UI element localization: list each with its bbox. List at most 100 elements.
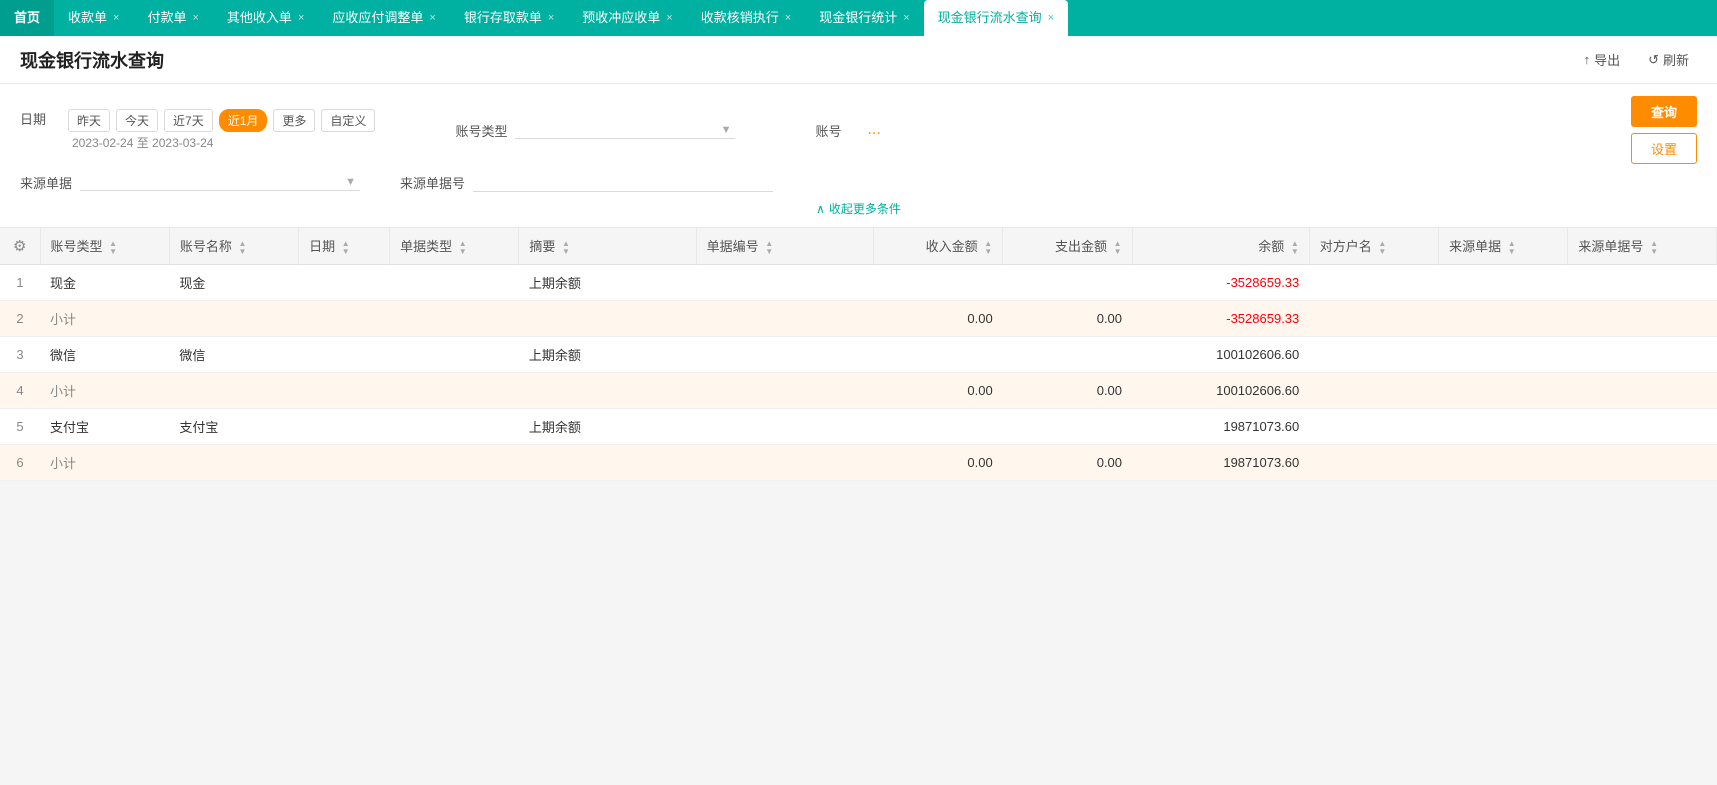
refresh-button[interactable]: ↺ 刷新 [1640,46,1697,73]
cell-account-type: 小计 [40,300,169,336]
table-row: 4小计0.000.00100102606.60 [0,372,1717,408]
nav-item-收款核销执行[interactable]: 收款核销执行× [687,0,805,36]
source-doc-no-input[interactable] [473,172,773,192]
cell-date [299,300,390,336]
source-doc-select[interactable]: ▼ [80,174,360,191]
cell-account-name [169,444,298,480]
nav-item-其他收入单[interactable]: 其他收入单× [213,0,318,36]
cell-source-doc-no [1568,408,1717,444]
col-summary[interactable]: 摘要 ▲▼ [519,228,696,264]
nav-item-银行存取款单[interactable]: 银行存取款单× [450,0,568,36]
close-icon[interactable]: × [548,0,554,36]
col-account-name[interactable]: 账号名称 ▲▼ [169,228,298,264]
col-account-type[interactable]: 账号类型 ▲▼ [40,228,169,264]
export-button[interactable]: ↑ 导出 [1576,46,1629,73]
cell-source-doc [1439,300,1568,336]
nav-item-首页[interactable]: 首页 [0,0,54,36]
nav-item-收款单[interactable]: 收款单× [54,0,133,36]
col-doc-type[interactable]: 单据类型 ▲▼ [390,228,519,264]
cell-source-doc [1439,264,1568,300]
account-type-select[interactable]: ▼ [515,122,735,139]
col-counterpart[interactable]: 对方户名 ▲▼ [1309,228,1438,264]
cell-row-num: 3 [0,336,40,372]
cell-expense [1003,264,1132,300]
col-date[interactable]: 日期 ▲▼ [299,228,390,264]
cell-row-num: 5 [0,408,40,444]
source-doc-no-label: 来源单据号 [400,173,465,192]
cell-doc-type [390,372,519,408]
sort-balance-icon: ▲▼ [1291,240,1299,256]
cell-doc-no [696,300,873,336]
cell-counterpart [1309,408,1438,444]
col-source-doc-no[interactable]: 来源单据号 ▲▼ [1568,228,1717,264]
col-source-doc[interactable]: 来源单据 ▲▼ [1439,228,1568,264]
date-btn-custom[interactable]: 自定义 [321,109,375,132]
cell-source-doc-no [1568,372,1717,408]
close-icon[interactable]: × [903,0,909,36]
cell-date [299,336,390,372]
cell-summary [519,300,696,336]
date-btn-1month[interactable]: 近1月 [219,109,268,132]
date-btn-more[interactable]: 更多 [273,109,315,132]
cell-summary: 上期余额 [519,408,696,444]
cell-summary [519,372,696,408]
cell-row-num: 2 [0,300,40,336]
cell-counterpart [1309,444,1438,480]
query-button[interactable]: 查询 [1631,96,1697,127]
cell-summary: 上期余额 [519,264,696,300]
col-income[interactable]: 收入金额 ▲▼ [873,228,1002,264]
table-row: 6小计0.000.0019871073.60 [0,444,1717,480]
cell-account-type: 小计 [40,444,169,480]
nav-item-现金银行统计[interactable]: 现金银行统计× [805,0,923,36]
cell-account-name: 微信 [169,336,298,372]
cell-counterpart [1309,336,1438,372]
close-icon[interactable]: × [666,0,672,36]
close-icon[interactable]: × [298,0,304,36]
source-doc-group: 来源单据 ▼ [20,173,360,192]
table-gear-icon[interactable]: ⚙ [13,238,26,255]
cell-expense: 0.00 [1003,444,1132,480]
collapse-row[interactable]: ∧ 收起更多条件 [20,196,1697,219]
cell-account-type: 小计 [40,372,169,408]
filter-row-2: 来源单据 ▼ 来源单据号 [20,172,1697,192]
close-icon[interactable]: × [192,0,198,36]
col-doc-no[interactable]: 单据编号 ▲▼ [696,228,873,264]
page-title: 现金银行流水查询 [20,47,164,73]
cell-source-doc-no [1568,300,1717,336]
cell-source-doc [1439,444,1568,480]
sort-summary-icon: ▲▼ [562,240,570,256]
top-nav: 首页收款单×付款单×其他收入单×应收应付调整单×银行存取款单×预收冲应收单×收款… [0,0,1717,36]
account-label: 账号 [815,121,855,140]
date-btn-today[interactable]: 今天 [116,109,158,132]
close-icon[interactable]: × [429,0,435,36]
settings-button[interactable]: 设置 [1631,133,1697,164]
cell-doc-no [696,336,873,372]
collapse-label: 收起更多条件 [829,200,901,217]
close-icon[interactable]: × [1048,0,1054,36]
cell-summary [519,444,696,480]
col-balance[interactable]: 余额 ▲▼ [1132,228,1309,264]
date-btn-yesterday[interactable]: 昨天 [68,109,110,132]
table-row: 3微信微信上期余额100102606.60 [0,336,1717,372]
nav-item-付款单[interactable]: 付款单× [133,0,212,36]
cell-account-type: 微信 [40,336,169,372]
col-expense[interactable]: 支出金额 ▲▼ [1003,228,1132,264]
source-doc-label: 来源单据 [20,173,72,192]
sort-counterpart-icon: ▲▼ [1378,240,1386,256]
cell-account-type: 支付宝 [40,408,169,444]
cell-expense [1003,408,1132,444]
close-icon[interactable]: × [113,0,119,36]
date-btn-7days[interactable]: 近7天 [164,109,213,132]
cell-balance: -3528659.33 [1132,300,1309,336]
close-icon[interactable]: × [785,0,791,36]
nav-item-应收应付调整单[interactable]: 应收应付调整单× [318,0,449,36]
sort-source-doc-no-icon: ▲▼ [1650,240,1658,256]
nav-item-预收冲应收单[interactable]: 预收冲应收单× [568,0,686,36]
table-container: ⚙ 账号类型 ▲▼ 账号名称 ▲▼ 日期 ▲▼ 单据类型 ▲▼ [0,228,1717,481]
account-ellipsis-button[interactable]: ... [863,119,884,141]
filter-row-1: 日期 昨天 今天 近7天 近1月 更多 自定义 2023-02-24 至 202… [20,96,1697,164]
account-type-arrow-icon: ▼ [721,124,732,136]
nav-item-现金银行流水查询[interactable]: 现金银行流水查询× [924,0,1068,36]
cell-date [299,444,390,480]
col-settings[interactable]: ⚙ [0,228,40,264]
